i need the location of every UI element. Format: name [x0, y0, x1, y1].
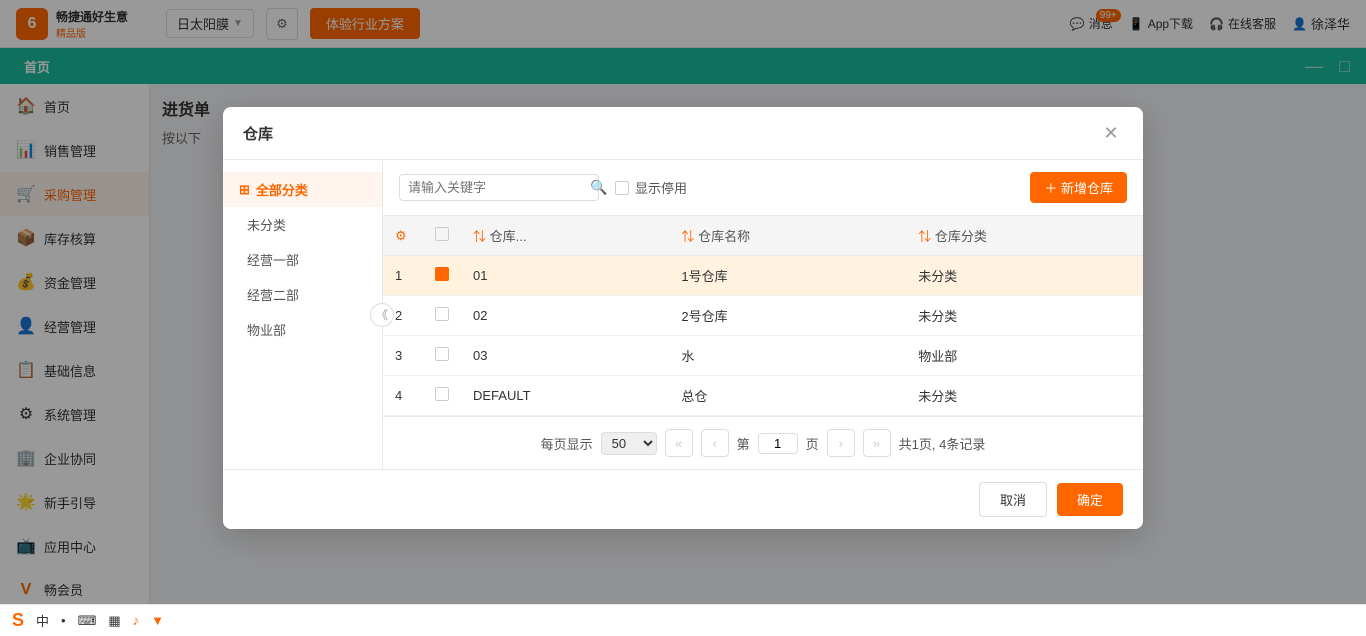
- search-box: 🔍: [399, 174, 599, 201]
- row-code: 01: [461, 256, 669, 296]
- row-name: 2号仓库: [669, 296, 906, 336]
- category-item-2[interactable]: 经营二部: [223, 277, 382, 312]
- warehouse-modal: 仓库 ✕ ⊞ 全部分类 未分类 经营一部 经营二部 物业部 《: [223, 107, 1143, 529]
- row-num: 4: [383, 376, 423, 416]
- category-item-3[interactable]: 物业部: [223, 312, 382, 347]
- row-checkbox-cell: [423, 296, 461, 336]
- modal-title: 仓库: [243, 123, 273, 144]
- table-body: 1 01 1号仓库 未分类 2 02 2号仓库 未分类 3 03 水 物业部 4…: [383, 256, 1143, 416]
- warehouse-table: ⚙ ⇅ 仓库... ⇅: [383, 216, 1143, 416]
- toolbar-left: 🔍 显示停用: [399, 174, 687, 201]
- row-checkbox-cell: [423, 376, 461, 416]
- taskbar-grid-icon[interactable]: ▦: [108, 613, 120, 629]
- table-row[interactable]: 2 02 2号仓库 未分类: [383, 296, 1143, 336]
- row-checkbox[interactable]: [435, 347, 449, 361]
- taskbar-dot-icon: •: [61, 613, 66, 628]
- row-checkbox[interactable]: [435, 387, 449, 401]
- row-checkbox[interactable]: [435, 267, 449, 281]
- data-table: ⚙ ⇅ 仓库... ⇅: [383, 216, 1143, 416]
- taskbar-zh-icon[interactable]: 中: [36, 611, 49, 630]
- category-sidebar: ⊞ 全部分类 未分类 经营一部 经营二部 物业部 《: [223, 160, 383, 469]
- th-settings: ⚙: [383, 216, 423, 256]
- modal-body: ⊞ 全部分类 未分类 经营一部 经营二部 物业部 《 🔍: [223, 160, 1143, 469]
- row-code: 03: [461, 336, 669, 376]
- row-code: 02: [461, 296, 669, 336]
- modal-footer: 取消 确定: [223, 469, 1143, 529]
- modal-header: 仓库 ✕: [223, 107, 1143, 160]
- modal-close-button[interactable]: ✕: [1099, 121, 1123, 145]
- row-num: 3: [383, 336, 423, 376]
- row-category: 未分类: [906, 256, 1143, 296]
- search-input[interactable]: [408, 180, 584, 195]
- page-size-select[interactable]: 50 100 200: [601, 432, 657, 455]
- last-page-button[interactable]: »: [863, 429, 891, 457]
- row-num: 1: [383, 256, 423, 296]
- taskbar-music-icon[interactable]: ♪: [133, 613, 140, 628]
- page-info: 共1页, 4条记录: [899, 434, 986, 453]
- show-disabled-checkbox[interactable]: [615, 181, 629, 195]
- taskbar-keyboard-icon[interactable]: ⌨: [78, 613, 97, 629]
- taskbar-s-icon: S: [12, 610, 24, 631]
- row-checkbox-cell: [423, 336, 461, 376]
- pagination: 每页显示 50 100 200 « ‹ 第 页 › » 共1页, 4条记录: [383, 416, 1143, 469]
- collapse-button[interactable]: 《: [370, 303, 394, 327]
- table-header-row: ⚙ ⇅ 仓库... ⇅: [383, 216, 1143, 256]
- cancel-button[interactable]: 取消: [979, 482, 1047, 517]
- row-category: 物业部: [906, 336, 1143, 376]
- first-page-button[interactable]: «: [665, 429, 693, 457]
- category-item-0[interactable]: 未分类: [223, 207, 382, 242]
- search-icon: 🔍: [590, 179, 607, 196]
- row-name: 1号仓库: [669, 256, 906, 296]
- th-name: ⇅ 仓库名称: [669, 216, 906, 256]
- taskbar-arrow-icon[interactable]: ▼: [151, 613, 164, 628]
- page-input[interactable]: [758, 433, 798, 454]
- table-area: 🔍 显示停用 ＋ 新增仓库: [383, 160, 1143, 469]
- table-toolbar: 🔍 显示停用 ＋ 新增仓库: [383, 160, 1143, 216]
- next-page-button[interactable]: ›: [827, 429, 855, 457]
- add-warehouse-button[interactable]: ＋ 新增仓库: [1030, 172, 1127, 203]
- sort-name-icon: ⇅: [681, 229, 694, 244]
- row-code: DEFAULT: [461, 376, 669, 416]
- th-category: ⇅ 仓库分类: [906, 216, 1143, 256]
- th-checkbox: [423, 216, 461, 256]
- row-category: 未分类: [906, 296, 1143, 336]
- row-checkbox-cell: [423, 256, 461, 296]
- select-all-checkbox[interactable]: [435, 227, 449, 241]
- grid-icon: ⊞: [239, 182, 250, 198]
- prev-page-button[interactable]: ‹: [701, 429, 729, 457]
- settings-column-icon: ⚙: [395, 228, 407, 243]
- sort-code-icon: ⇅: [473, 229, 486, 244]
- table-row[interactable]: 4 DEFAULT 总仓 未分类: [383, 376, 1143, 416]
- row-checkbox[interactable]: [435, 307, 449, 321]
- sort-category-icon: ⇅: [918, 229, 931, 244]
- show-disabled-label[interactable]: 显示停用: [615, 178, 687, 197]
- row-name: 总仓: [669, 376, 906, 416]
- all-category-item[interactable]: ⊞ 全部分类: [223, 172, 382, 207]
- row-category: 未分类: [906, 376, 1143, 416]
- taskbar: S 中 • ⌨ ▦ ♪ ▼: [0, 604, 1366, 636]
- table-row[interactable]: 3 03 水 物业部: [383, 336, 1143, 376]
- table-row[interactable]: 1 01 1号仓库 未分类: [383, 256, 1143, 296]
- th-code: ⇅ 仓库...: [461, 216, 669, 256]
- row-name: 水: [669, 336, 906, 376]
- modal-overlay: 仓库 ✕ ⊞ 全部分类 未分类 经营一部 经营二部 物业部 《: [0, 0, 1366, 636]
- confirm-button[interactable]: 确定: [1057, 483, 1123, 516]
- category-item-1[interactable]: 经营一部: [223, 242, 382, 277]
